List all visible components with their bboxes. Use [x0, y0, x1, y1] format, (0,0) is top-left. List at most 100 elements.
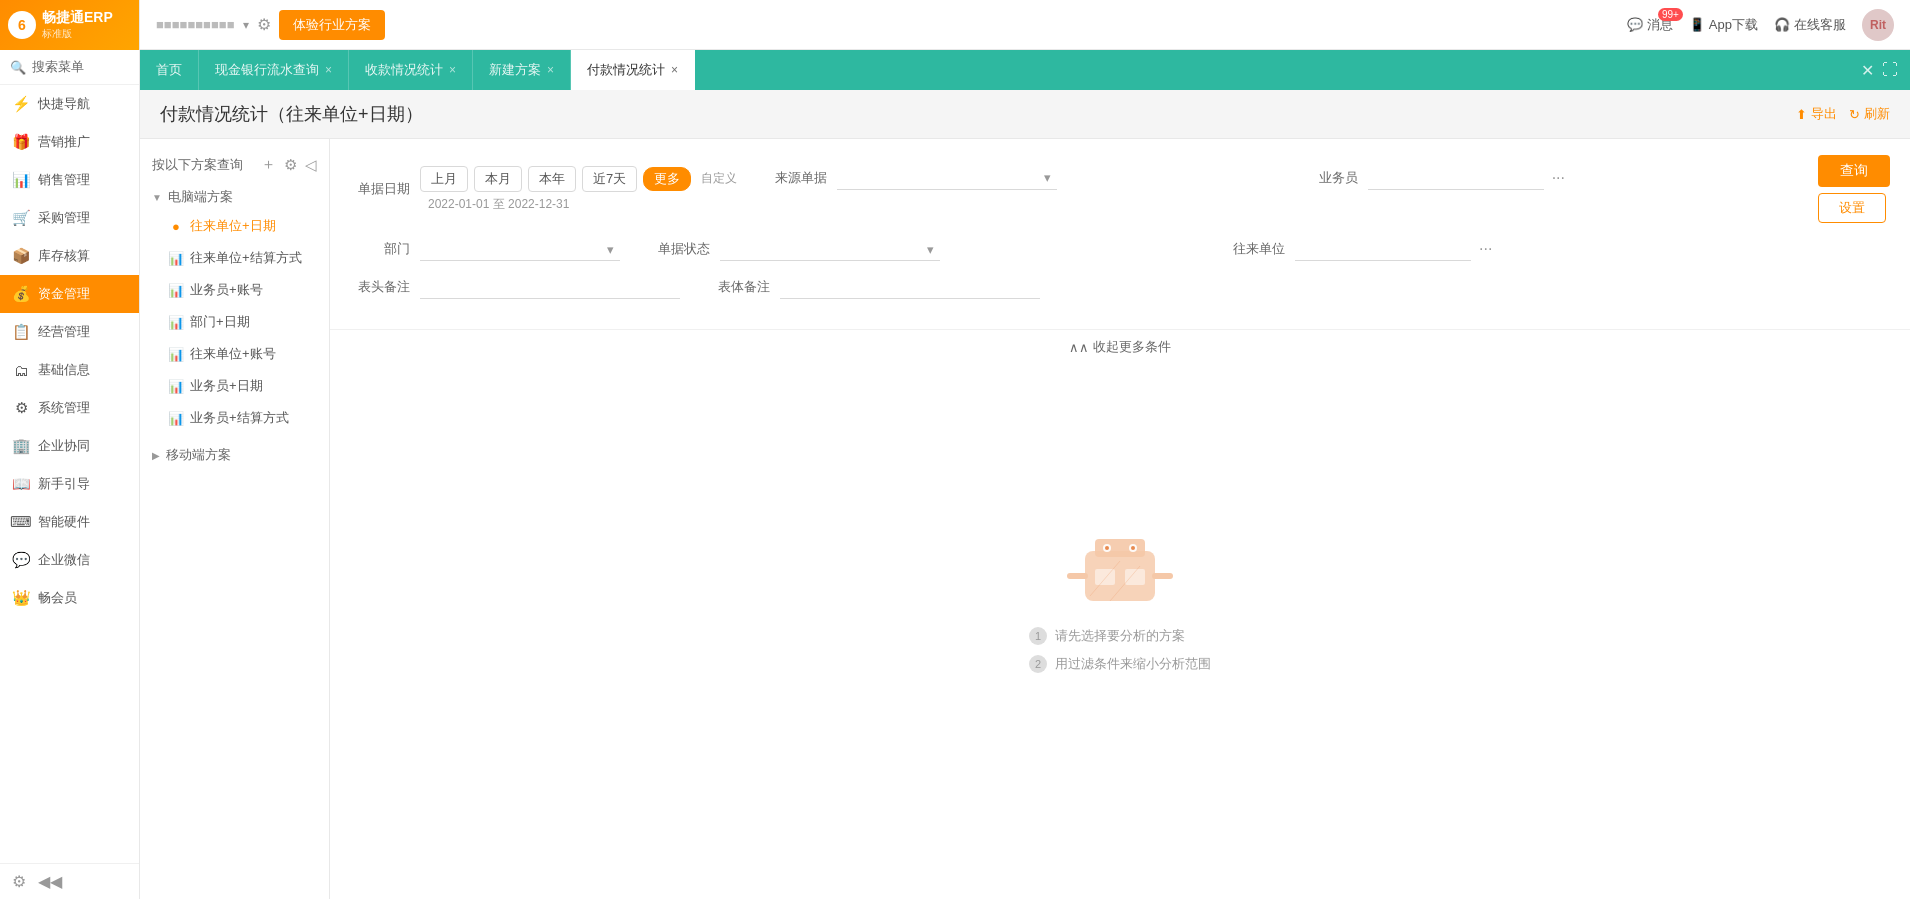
tab-receipt-stats[interactable]: 收款情况统计 ×: [349, 50, 473, 90]
logo-text: 畅捷通ERP: [42, 9, 113, 27]
main-content: ■■■■■■■■■■ ▾ ⚙ 体验行业方案 💬 消息 99+ 📱 App下载 🎧…: [140, 0, 1910, 899]
tab-bank-flow-close[interactable]: ×: [325, 63, 332, 77]
refresh-icon: ↻: [1849, 107, 1860, 122]
member-icon: 👑: [12, 589, 30, 607]
sidebar-item-system[interactable]: ⚙ 系统管理: [0, 389, 139, 427]
voucher-status-select-wrap: [720, 237, 940, 261]
scheme-item-staff-settle[interactable]: 📊 业务员+结算方式: [140, 402, 329, 434]
scheme-item-staff-account[interactable]: 📊 业务员+账号: [140, 274, 329, 306]
staff-dots[interactable]: ···: [1552, 169, 1565, 187]
scheme-item-partner-account[interactable]: 📊 往来单位+账号: [140, 338, 329, 370]
sidebar-item-marketing[interactable]: 🎁 营销推广: [0, 123, 139, 161]
partner-input[interactable]: [1295, 237, 1471, 261]
scheme-item-dept-date[interactable]: 📊 部门+日期: [140, 306, 329, 338]
sidebar-item-wechat[interactable]: 💬 企业微信: [0, 541, 139, 579]
tab-receipt-stats-close[interactable]: ×: [449, 63, 456, 77]
tab-payment-stats-label: 付款情况统计: [587, 61, 665, 79]
date-btn-this-month[interactable]: 本月: [474, 166, 522, 192]
tab-bank-flow[interactable]: 现金银行流水查询 ×: [199, 50, 349, 90]
sidebar-item-basic-info[interactable]: 🗂 基础信息: [0, 351, 139, 389]
partner-filter-label: 往来单位: [1225, 240, 1295, 258]
scheme-collapse-icon[interactable]: ◁: [305, 156, 317, 174]
date-range-value: 2022-01-01 至 2022-12-31: [428, 196, 737, 213]
footer-settings-icon[interactable]: ⚙: [12, 872, 26, 891]
staff-input[interactable]: [1368, 166, 1544, 190]
export-button[interactable]: ⬆ 导出: [1796, 105, 1837, 123]
topbar-gear-icon[interactable]: ⚙: [257, 15, 271, 34]
app-download-action[interactable]: 📱 App下载: [1689, 16, 1758, 34]
message-badge: 99+: [1658, 8, 1683, 21]
app-icon: 📱: [1689, 17, 1705, 32]
fullscreen-icon[interactable]: ⛶: [1882, 61, 1898, 79]
date-btn-group: 上月 本月 本年 近7天 更多 自定义: [420, 166, 737, 192]
scheme-item-partner-settle[interactable]: 📊 往来单位+结算方式: [140, 242, 329, 274]
filter-row-3: 表头备注 表体备注: [350, 275, 1890, 299]
desktop-group-arrow: ▼: [152, 192, 162, 203]
sidebar-item-purchase-label: 采购管理: [38, 209, 90, 227]
date-btn-this-year[interactable]: 本年: [528, 166, 576, 192]
date-btn-more[interactable]: 更多: [643, 167, 691, 191]
scheme-add-icon[interactable]: ＋: [261, 155, 276, 174]
sidebar-item-coop-label: 企业协同: [38, 437, 90, 455]
sidebar-item-guide[interactable]: 📖 新手引导: [0, 465, 139, 503]
tab-home[interactable]: 首页: [140, 50, 199, 90]
sidebar-item-purchase[interactable]: 🛒 采购管理: [0, 199, 139, 237]
operation-icon: 📋: [12, 323, 30, 341]
sidebar-item-coop[interactable]: 🏢 企业协同: [0, 427, 139, 465]
scheme-item-partner-date[interactable]: ● 往来单位+日期: [140, 210, 329, 242]
sidebar-item-operation[interactable]: 📋 经营管理: [0, 313, 139, 351]
tab-new-scheme-close[interactable]: ×: [547, 63, 554, 77]
sidebar-item-member[interactable]: 👑 畅会员: [0, 579, 139, 617]
page-title: 付款情况统计（往来单位+日期）: [160, 102, 423, 126]
partner-dots[interactable]: ···: [1479, 240, 1492, 258]
date-custom-label: 自定义: [701, 170, 737, 187]
scheme-item-partner-settle-label: 往来单位+结算方式: [190, 249, 302, 267]
scheme-desktop-group-header[interactable]: ▼ 电脑端方案: [140, 184, 329, 210]
table-body-note-input[interactable]: [780, 275, 1040, 299]
tab-payment-stats-close[interactable]: ×: [671, 63, 678, 77]
sidebar-item-hardware[interactable]: ⌨ 智能硬件: [0, 503, 139, 541]
date-btn-7days[interactable]: 近7天: [582, 166, 637, 192]
voucher-status-select[interactable]: [720, 237, 940, 261]
trial-button[interactable]: 体验行业方案: [279, 10, 385, 40]
scheme-item-partner-settle-icon: 📊: [168, 250, 184, 266]
collapse-more-button[interactable]: ∧∧ 收起更多条件: [330, 329, 1910, 364]
search-menu[interactable]: 🔍 搜索菜单: [0, 50, 139, 85]
footer-collapse-icon[interactable]: ◀◀: [38, 872, 62, 891]
table-header-note-input[interactable]: [420, 275, 680, 299]
scheme-mobile-group-header[interactable]: ▶ 移动端方案: [140, 442, 329, 468]
user-avatar[interactable]: Rit: [1862, 9, 1894, 41]
refresh-label: 刷新: [1864, 105, 1890, 123]
sidebar-item-quick-nav[interactable]: ⚡ 快捷导航: [0, 85, 139, 123]
empty-tip-1: 1 请先选择要分析的方案: [1029, 627, 1211, 645]
filter-right-actions: 查询 设置: [1798, 155, 1890, 223]
topbar-breadcrumb: ■■■■■■■■■■: [156, 17, 235, 32]
tip-num-1: 1: [1029, 627, 1047, 645]
tab-new-scheme[interactable]: 新建方案 ×: [473, 50, 571, 90]
settings-button[interactable]: 设置: [1818, 193, 1886, 223]
query-button[interactable]: 查询: [1818, 155, 1890, 187]
empty-tips: 1 请先选择要分析的方案 2 用过滤条件来缩小分析范围: [1029, 627, 1211, 673]
source-select[interactable]: [837, 166, 1057, 190]
scheme-settings-icon[interactable]: ⚙: [284, 156, 297, 174]
table-header-note-label: 表头备注: [350, 278, 420, 296]
dept-select[interactable]: [420, 237, 620, 261]
tab-payment-stats[interactable]: 付款情况统计 ×: [571, 50, 695, 90]
scheme-item-staff-date[interactable]: 📊 业务员+日期: [140, 370, 329, 402]
wechat-icon: 💬: [12, 551, 30, 569]
refresh-button[interactable]: ↻ 刷新: [1849, 105, 1890, 123]
date-btn-last-month[interactable]: 上月: [420, 166, 468, 192]
sidebar-item-finance[interactable]: 💰 资金管理: [0, 275, 139, 313]
sidebar-item-inventory[interactable]: 📦 库存核算: [0, 237, 139, 275]
topbar-dropdown-arrow[interactable]: ▾: [243, 18, 249, 32]
sidebar-item-sales[interactable]: 📊 销售管理: [0, 161, 139, 199]
sidebar-item-wechat-label: 企业微信: [38, 551, 90, 569]
sidebar-nav: ⚡ 快捷导航 🎁 营销推广 📊 销售管理 🛒 采购管理 📦 库存核算 💰 资金管…: [0, 85, 139, 863]
customer-service-action[interactable]: 🎧 在线客服: [1774, 16, 1846, 34]
message-action[interactable]: 💬 消息 99+: [1627, 16, 1673, 34]
close-all-icon[interactable]: ✕: [1861, 61, 1874, 80]
topbar-left: ■■■■■■■■■■ ▾ ⚙ 体验行业方案: [156, 10, 385, 40]
sidebar-item-finance-label: 资金管理: [38, 285, 90, 303]
page-header: 付款情况统计（往来单位+日期） ⬆ 导出 ↻ 刷新: [140, 90, 1910, 139]
app-download-label: App下载: [1709, 16, 1758, 34]
